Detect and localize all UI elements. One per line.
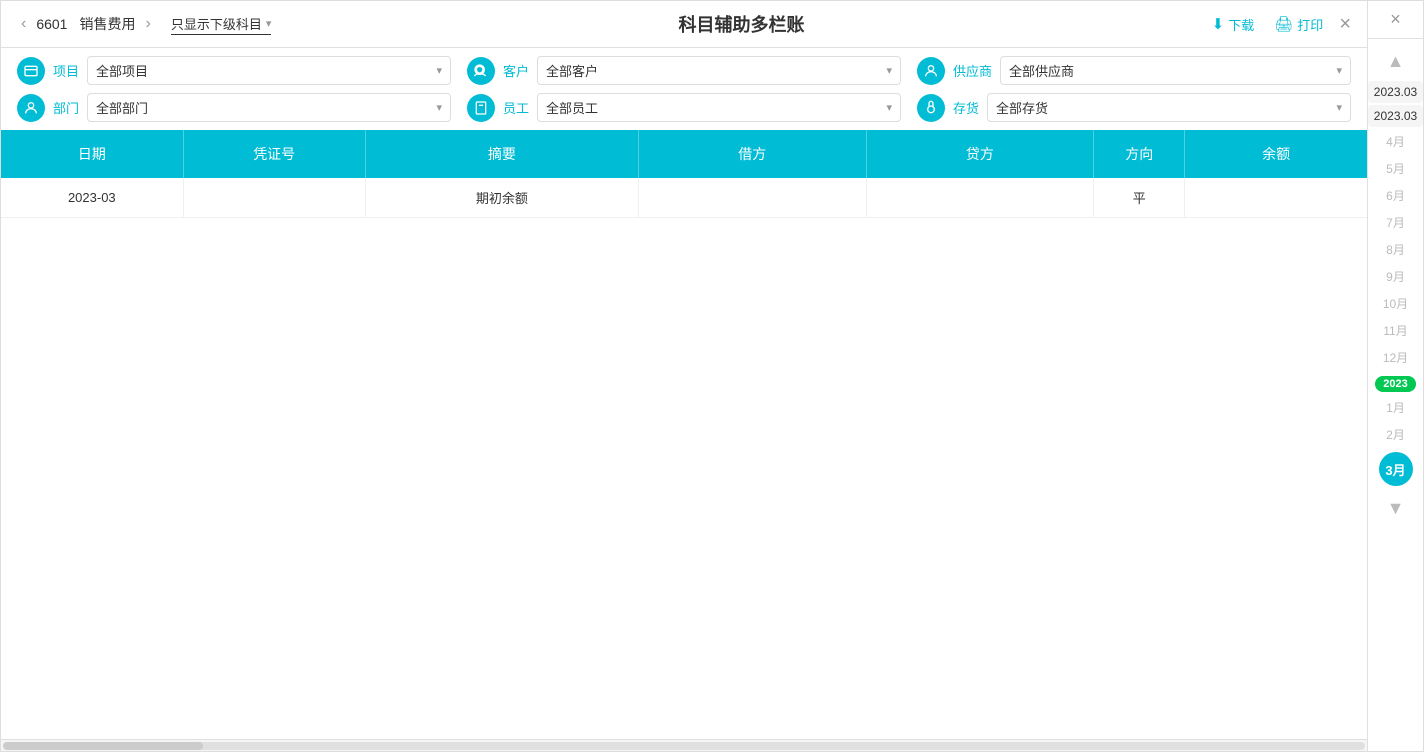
account-name: 销售费用 <box>79 14 135 34</box>
year-badge[interactable]: 2023 <box>1375 376 1415 392</box>
month-3-active[interactable]: 3月 <box>1379 452 1413 486</box>
col-header-voucher: 凭证号 <box>183 130 365 178</box>
month-1[interactable]: 1月 <box>1368 394 1423 421</box>
show-sub-toggle[interactable]: 只显示下级科目 ▾ <box>171 14 272 35</box>
col-header-direction: 方向 <box>1094 130 1185 178</box>
filter-inventory: 存货 全部存货 ▾ <box>917 93 1351 122</box>
period-sidebar: × ▲ 2023.03 2023.03 4月 5月 6月 7月 8月 9月 10… <box>1367 1 1423 751</box>
employee-value: 全部员工 <box>546 98 598 117</box>
table-row[interactable]: 2023-03 期初余额 平 <box>1 178 1367 218</box>
filter-customer: 客户 全部客户 ▾ <box>467 56 901 85</box>
month-5[interactable]: 5月 <box>1368 155 1423 182</box>
month-10[interactable]: 10月 <box>1368 290 1423 317</box>
inventory-icon <box>917 94 945 122</box>
project-select[interactable]: 全部项目 ▾ <box>87 56 451 85</box>
table-header-row: 日期 凭证号 摘要 借方 贷方 方向 余额 <box>1 130 1367 178</box>
cell-direction: 平 <box>1094 178 1185 218</box>
month-12[interactable]: 12月 <box>1368 344 1423 371</box>
month-4[interactable]: 4月 <box>1368 128 1423 155</box>
supplier-chevron: ▾ <box>1336 64 1342 77</box>
cell-debit <box>638 178 866 218</box>
print-btn[interactable]: 🖨 打印 <box>1274 15 1323 34</box>
customer-chevron: ▾ <box>886 64 892 77</box>
page-title: 科目辅助多栏账 <box>271 11 1211 37</box>
filter-employee: 员工 全部员工 ▾ <box>467 93 901 122</box>
supplier-label: 供应商 <box>953 61 992 80</box>
download-label: 下载 <box>1228 15 1254 34</box>
dept-select[interactable]: 全部部门 ▾ <box>87 93 451 122</box>
month-11[interactable]: 11月 <box>1368 317 1423 344</box>
dept-icon <box>17 94 45 122</box>
period-down-btn[interactable]: ▼ <box>1383 494 1409 523</box>
col-header-date: 日期 <box>1 130 183 178</box>
dept-value: 全部部门 <box>96 98 148 117</box>
month-6[interactable]: 6月 <box>1368 182 1423 209</box>
prev-account-btn[interactable]: ‹ <box>17 13 30 35</box>
header-actions: ⬇ 下载 🖨 打印 <box>1212 15 1324 34</box>
cell-balance <box>1185 178 1367 218</box>
month-2[interactable]: 2月 <box>1368 421 1423 448</box>
download-btn[interactable]: ⬇ 下载 <box>1212 15 1255 34</box>
month-9[interactable]: 9月 <box>1368 263 1423 290</box>
filter-dept: 部门 全部部门 ▾ <box>17 93 451 122</box>
close-btn[interactable]: × <box>1339 13 1351 36</box>
account-code: 6601 <box>36 16 67 32</box>
period-item-2[interactable]: 2023.03 <box>1368 105 1423 127</box>
dept-label: 部门 <box>53 98 79 117</box>
next-account-btn[interactable]: › <box>141 13 154 35</box>
col-header-balance: 余额 <box>1185 130 1367 178</box>
employee-icon <box>467 94 495 122</box>
dept-chevron: ▾ <box>436 101 442 114</box>
print-label: 打印 <box>1297 15 1323 34</box>
print-icon: 🖨 <box>1274 15 1293 33</box>
employee-label: 员工 <box>503 98 529 117</box>
month-7[interactable]: 7月 <box>1368 209 1423 236</box>
project-icon <box>17 57 45 85</box>
ledger-table: 日期 凭证号 摘要 借方 贷方 方向 余额 2023-03 期初余额 <box>1 130 1367 218</box>
project-value: 全部项目 <box>96 61 148 80</box>
col-header-summary: 摘要 <box>365 130 638 178</box>
project-label: 项目 <box>53 61 79 80</box>
download-icon: ⬇ <box>1212 15 1225 33</box>
period-item-1[interactable]: 2023.03 <box>1368 81 1423 103</box>
customer-icon <box>467 57 495 85</box>
filter-bar: 项目 全部项目 ▾ 客户 全部客户 ▾ 供应 <box>1 48 1367 130</box>
employee-select[interactable]: 全部员工 ▾ <box>537 93 901 122</box>
project-chevron: ▾ <box>436 64 442 77</box>
period-list: ▲ 2023.03 2023.03 4月 5月 6月 7月 8月 9月 10月 … <box>1368 39 1423 751</box>
customer-select[interactable]: 全部客户 ▾ <box>537 56 901 85</box>
customer-value: 全部客户 <box>546 61 598 80</box>
inventory-select[interactable]: 全部存货 ▾ <box>987 93 1351 122</box>
supplier-icon <box>917 57 945 85</box>
col-header-debit: 借方 <box>638 130 866 178</box>
cell-summary: 期初余额 <box>365 178 638 218</box>
cell-date: 2023-03 <box>1 178 183 218</box>
inventory-chevron: ▾ <box>1336 101 1342 114</box>
customer-label: 客户 <box>503 61 529 80</box>
sidebar-close-btn[interactable]: × <box>1368 1 1423 39</box>
month-8[interactable]: 8月 <box>1368 236 1423 263</box>
ledger-table-container: 日期 凭证号 摘要 借方 贷方 方向 余额 2023-03 期初余额 <box>1 130 1367 218</box>
cell-voucher <box>183 178 365 218</box>
supplier-value: 全部供应商 <box>1009 61 1074 80</box>
cell-credit <box>866 178 1094 218</box>
show-sub-label: 只显示下级科目 <box>171 14 262 33</box>
col-header-credit: 贷方 <box>866 130 1094 178</box>
period-up-btn[interactable]: ▲ <box>1383 47 1409 76</box>
supplier-select[interactable]: 全部供应商 ▾ <box>1000 56 1351 85</box>
header: ‹ 6601 销售费用 › 只显示下级科目 ▾ 科目辅助多栏账 ⬇ 下载 🖨 打… <box>1 1 1367 48</box>
inventory-label: 存货 <box>953 98 979 117</box>
filter-project: 项目 全部项目 ▾ <box>17 56 451 85</box>
inventory-value: 全部存货 <box>996 98 1048 117</box>
horizontal-scrollbar[interactable] <box>1 739 1367 751</box>
filter-supplier: 供应商 全部供应商 ▾ <box>917 56 1351 85</box>
employee-chevron: ▾ <box>886 101 892 114</box>
